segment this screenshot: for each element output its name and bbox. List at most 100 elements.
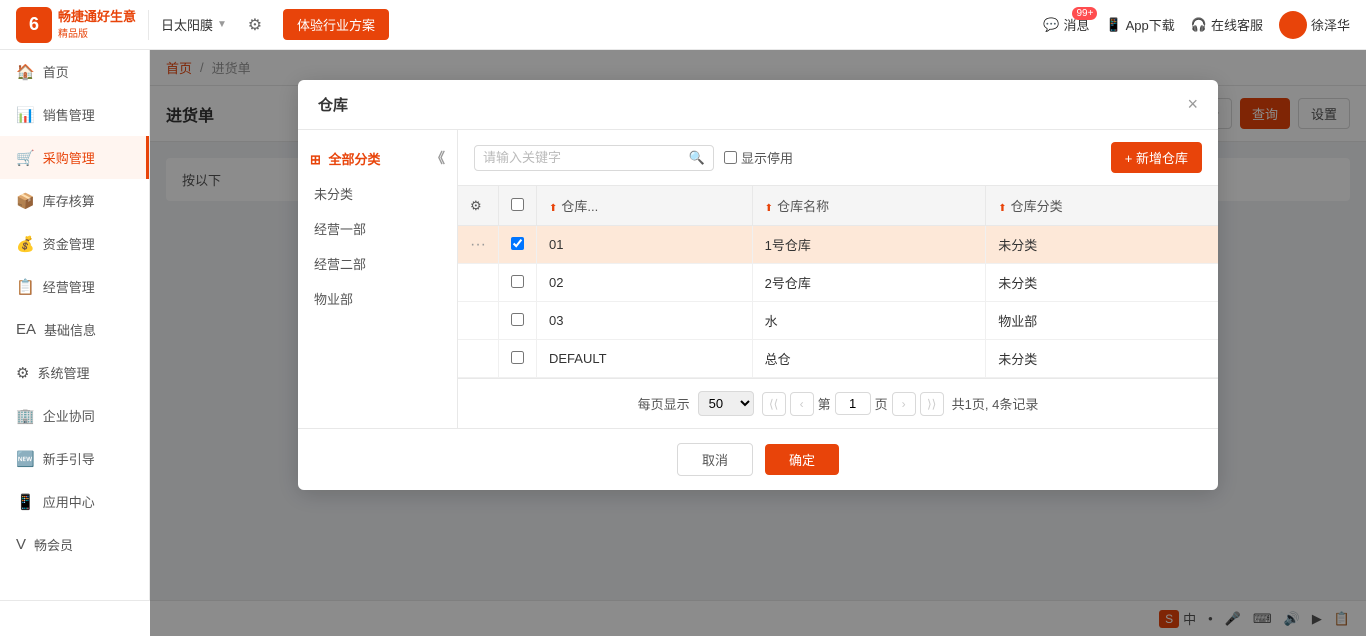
branch-selector[interactable]: 日太阳膜 ▼ xyxy=(161,15,227,34)
row-category: 未分类 xyxy=(986,340,1218,378)
add-warehouse-button[interactable]: + 新增仓库 xyxy=(1111,142,1202,173)
row-gear[interactable] xyxy=(458,340,498,378)
col-name[interactable]: ⬆仓库名称 xyxy=(752,186,986,226)
sort-icon: ⬆ xyxy=(998,203,1006,214)
first-page-button[interactable]: ⟨⟨ xyxy=(762,392,786,416)
sidebar-item-apps[interactable]: 📱 应用中心 xyxy=(0,480,149,523)
category-panel: ⊞ 全部分类 《 未分类 经营一部 经营二部 物业部 xyxy=(298,130,458,428)
pagination: 每页显示 50 100 200 ⟨⟨ ‹ 第 页 xyxy=(458,378,1218,428)
sidebar-item-inventory[interactable]: 📦 库存核算 xyxy=(0,179,149,222)
sidebar-item-sales[interactable]: 📊 销售管理 xyxy=(0,93,149,136)
collapse-icon[interactable]: 《 xyxy=(431,148,445,168)
sidebar-item-home[interactable]: 🏠 首页 xyxy=(0,50,149,93)
sidebar-item-label: 畅会员 xyxy=(34,535,73,554)
table-row[interactable]: 02 2号仓库 未分类 xyxy=(458,264,1218,302)
modal-header: 仓库 × xyxy=(298,80,1218,130)
topbar-divider xyxy=(148,10,149,40)
table-row[interactable]: ··· 01 1号仓库 未分类 xyxy=(458,226,1218,264)
row-gear[interactable] xyxy=(458,264,498,302)
row-checkbox[interactable] xyxy=(511,313,524,326)
confirm-button[interactable]: 确定 xyxy=(765,444,839,475)
row-code: 03 xyxy=(536,302,752,340)
more-icon[interactable]: ··· xyxy=(470,236,486,253)
modal-title: 仓库 xyxy=(318,94,348,115)
col-gear: ⚙ xyxy=(458,186,498,226)
row-checkbox-cell[interactable] xyxy=(498,226,536,264)
sort-icon: ⬆ xyxy=(765,203,773,214)
per-page-select[interactable]: 50 100 200 xyxy=(698,391,754,416)
chevron-down-icon: ▼ xyxy=(217,19,227,30)
cancel-button[interactable]: 取消 xyxy=(677,443,753,476)
user-name: 徐泽华 xyxy=(1311,15,1350,34)
row-gear[interactable] xyxy=(458,302,498,340)
branch-name: 日太阳膜 xyxy=(161,15,213,34)
show-disabled-checkbox[interactable]: 显示停用 xyxy=(724,148,793,167)
modal-body: ⊞ 全部分类 《 未分类 经营一部 经营二部 物业部 xyxy=(298,130,1218,428)
row-checkbox[interactable] xyxy=(511,351,524,364)
next-page-button[interactable]: › xyxy=(892,392,916,416)
logo: 6 畅捷通好生意 精品版 xyxy=(16,7,136,43)
app-download-button[interactable]: 📱 App下载 xyxy=(1105,15,1174,34)
row-name: 2号仓库 xyxy=(752,264,986,302)
sidebar-item-label: 企业协同 xyxy=(43,406,95,425)
messages-button[interactable]: 💬 消息 99+ xyxy=(1043,15,1089,34)
sidebar-item-label: 经营管理 xyxy=(43,277,95,296)
logo-icon: 6 xyxy=(16,7,52,43)
page-nav: ⟨⟨ ‹ 第 页 › ⟩⟩ xyxy=(762,392,944,416)
search-icon[interactable]: 🔍 xyxy=(689,150,705,166)
message-icon: 💬 xyxy=(1043,17,1059,33)
col-code[interactable]: ⬆仓库... xyxy=(536,186,752,226)
sidebar-item-system[interactable]: ⚙ 系统管理 xyxy=(0,351,149,394)
all-categories-label: 全部分类 xyxy=(329,152,381,167)
all-categories-header[interactable]: ⊞ 全部分类 《 xyxy=(298,140,457,176)
apps-icon: 📱 xyxy=(16,493,35,511)
customer-service-button[interactable]: 🎧 在线客服 xyxy=(1191,15,1263,34)
operations-icon: 📋 xyxy=(16,278,35,296)
search-box[interactable]: 🔍 xyxy=(474,145,714,171)
purchase-icon: 🛒 xyxy=(16,149,35,167)
row-checkbox-cell[interactable] xyxy=(498,302,536,340)
sidebar-item-basic[interactable]: EA 基础信息 xyxy=(0,308,149,351)
category-item-unclassified[interactable]: 未分类 xyxy=(298,176,457,211)
col-category[interactable]: ⬆仓库分类 xyxy=(986,186,1218,226)
prev-page-button[interactable]: ‹ xyxy=(790,392,814,416)
select-all-checkbox[interactable] xyxy=(511,198,524,211)
row-checkbox[interactable] xyxy=(511,237,524,250)
row-gear[interactable]: ··· xyxy=(458,226,498,264)
sidebar-item-finance[interactable]: 💰 资金管理 xyxy=(0,222,149,265)
per-page-label: 每页显示 xyxy=(638,394,690,413)
sidebar-item-label: 应用中心 xyxy=(43,492,95,511)
avatar xyxy=(1279,11,1307,39)
category-item-dept1[interactable]: 经营一部 xyxy=(298,211,457,246)
category-item-property[interactable]: 物业部 xyxy=(298,281,457,316)
sidebar-item-member[interactable]: V 畅会员 xyxy=(0,523,149,566)
table-row[interactable]: DEFAULT 总仓 未分类 xyxy=(458,340,1218,378)
warehouse-modal: 仓库 × ⊞ 全部分类 《 未分类 xyxy=(298,80,1218,490)
show-disabled-check[interactable] xyxy=(724,151,737,164)
sidebar-item-operations[interactable]: 📋 经营管理 xyxy=(0,265,149,308)
trial-button[interactable]: 体验行业方案 xyxy=(283,9,389,40)
home-icon: 🏠 xyxy=(16,63,35,81)
row-checkbox[interactable] xyxy=(511,275,524,288)
search-input[interactable] xyxy=(483,150,683,165)
sidebar: 🏠 首页 📊 销售管理 🛒 采购管理 📦 库存核算 💰 资金管理 📋 经营管理 … xyxy=(0,50,150,636)
sidebar-item-enterprise[interactable]: 🏢 企业协同 xyxy=(0,394,149,437)
user-profile[interactable]: 徐泽华 xyxy=(1279,11,1350,39)
page-label: 第 xyxy=(818,394,831,413)
sidebar-item-purchase[interactable]: 🛒 采购管理 xyxy=(0,136,149,179)
close-icon[interactable]: × xyxy=(1187,94,1198,115)
sidebar-item-label: 基础信息 xyxy=(44,320,96,339)
sales-icon: 📊 xyxy=(16,106,35,124)
settings-gear-icon[interactable]: ⚙ xyxy=(239,9,271,41)
page-number-input[interactable] xyxy=(835,392,871,415)
content-toolbar: 🔍 显示停用 + 新增仓库 xyxy=(458,130,1218,186)
row-checkbox-cell[interactable] xyxy=(498,264,536,302)
table-row[interactable]: 03 水 物业部 xyxy=(458,302,1218,340)
last-page-button[interactable]: ⟩⟩ xyxy=(920,392,944,416)
row-name: 1号仓库 xyxy=(752,226,986,264)
page-unit: 页 xyxy=(875,394,888,413)
row-checkbox-cell[interactable] xyxy=(498,340,536,378)
guide-icon: 🆕 xyxy=(16,450,35,468)
category-item-dept2[interactable]: 经营二部 xyxy=(298,246,457,281)
sidebar-item-guide[interactable]: 🆕 新手引导 xyxy=(0,437,149,480)
